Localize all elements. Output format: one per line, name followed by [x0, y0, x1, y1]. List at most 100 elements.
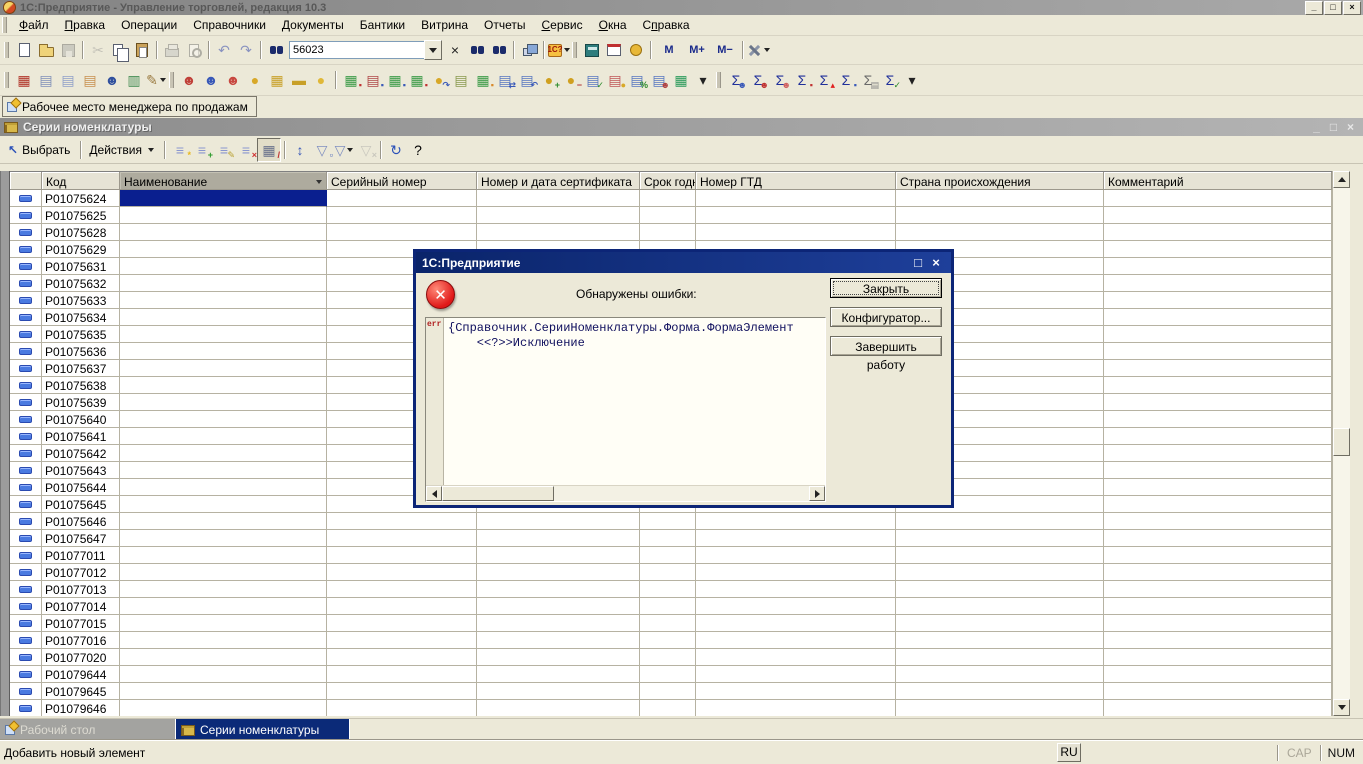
- data-cell[interactable]: [696, 632, 896, 649]
- data-cell[interactable]: [120, 462, 327, 479]
- data-cell[interactable]: [640, 683, 696, 700]
- data-cell[interactable]: [120, 258, 327, 275]
- data-cell[interactable]: [120, 683, 327, 700]
- menu-операции[interactable]: Операции: [113, 16, 185, 34]
- coins-remove-button[interactable]: ● −: [560, 69, 582, 91]
- data-cell[interactable]: [120, 207, 327, 224]
- data-cell[interactable]: [327, 564, 477, 581]
- data-cell[interactable]: [120, 445, 327, 462]
- calculator-button[interactable]: [581, 39, 603, 61]
- row-marker-cell[interactable]: [10, 377, 42, 394]
- data-cell[interactable]: [120, 275, 327, 292]
- code-cell[interactable]: P01075646: [42, 513, 120, 530]
- print-label-button[interactable]: ▤: [79, 69, 101, 91]
- data-cell[interactable]: [1104, 224, 1332, 241]
- code-cell[interactable]: P01075635: [42, 326, 120, 343]
- data-cell[interactable]: [640, 649, 696, 666]
- menu-бантики[interactable]: Бантики: [352, 16, 413, 34]
- buyer-invoice-button[interactable]: ☻: [222, 69, 244, 91]
- data-cell[interactable]: [1104, 258, 1332, 275]
- table-row[interactable]: P01077015: [10, 615, 1332, 632]
- data-cell[interactable]: [477, 683, 640, 700]
- data-cell[interactable]: [327, 700, 477, 716]
- memory-button[interactable]: M: [655, 39, 683, 61]
- data-cell[interactable]: [477, 530, 640, 547]
- scroll-down-button[interactable]: [1333, 699, 1350, 716]
- dialog-titlebar[interactable]: 1С:Предприятие □ ×: [416, 252, 951, 273]
- code-cell[interactable]: P01075644: [42, 479, 120, 496]
- search-input[interactable]: [289, 41, 424, 59]
- data-cell[interactable]: [477, 615, 640, 632]
- row-marker-cell[interactable]: [10, 360, 42, 377]
- row-marker-cell[interactable]: [10, 411, 42, 428]
- actions-menu-button[interactable]: Действия: [85, 141, 161, 159]
- toggle-view-button[interactable]: ▦ /: [256, 137, 281, 162]
- main-titlebar[interactable]: 1С:Предприятие - Управление торговлей, р…: [0, 0, 1363, 15]
- data-cell[interactable]: [640, 530, 696, 547]
- data-cell[interactable]: [477, 581, 640, 598]
- error-text[interactable]: {Справочник.СерииНоменклатуры.Форма.Форм…: [444, 318, 825, 501]
- data-cell[interactable]: [120, 479, 327, 496]
- data-cell[interactable]: [120, 598, 327, 615]
- table-row[interactable]: P01075628: [10, 224, 1332, 241]
- row-marker-cell[interactable]: [10, 530, 42, 547]
- data-cell[interactable]: [640, 547, 696, 564]
- sigma-person-red-button[interactable]: Σ ☻: [747, 69, 769, 91]
- data-cell[interactable]: [696, 513, 896, 530]
- window-minimize-button[interactable]: _: [1305, 0, 1323, 15]
- new-document-button[interactable]: [13, 39, 35, 61]
- code-cell[interactable]: P01075633: [42, 292, 120, 309]
- code-cell[interactable]: P01077014: [42, 598, 120, 615]
- sigma-cube-red-button[interactable]: Σ ▪: [791, 69, 813, 91]
- code-cell[interactable]: P01075640: [42, 411, 120, 428]
- data-cell[interactable]: [696, 581, 896, 598]
- code-cell[interactable]: P01075624: [42, 190, 120, 207]
- sigma-cube-blue-button[interactable]: Σ ▪: [835, 69, 857, 91]
- row-marker-cell[interactable]: [10, 428, 42, 445]
- data-cell[interactable]: [120, 224, 327, 241]
- selected-cell[interactable]: [120, 190, 327, 207]
- data-cell[interactable]: [1104, 411, 1332, 428]
- data-cell[interactable]: [696, 564, 896, 581]
- redo-button[interactable]: ↷: [235, 39, 257, 61]
- data-cell[interactable]: [1104, 632, 1332, 649]
- data-cell[interactable]: [477, 598, 640, 615]
- copy-button[interactable]: [109, 39, 131, 62]
- window-tab-рабочий-стол[interactable]: Рабочий стол: [0, 719, 176, 741]
- code-cell[interactable]: P01075634: [42, 309, 120, 326]
- data-cell[interactable]: [120, 496, 327, 513]
- code-cell[interactable]: P01075629: [42, 241, 120, 258]
- cut-button[interactable]: ✂: [87, 39, 109, 61]
- data-cell[interactable]: [1104, 700, 1332, 716]
- code-cell[interactable]: P01075638: [42, 377, 120, 394]
- data-cell[interactable]: [120, 564, 327, 581]
- menu-файл[interactable]: Файл: [11, 16, 57, 34]
- scroll-left-button[interactable]: [426, 486, 442, 501]
- data-cell[interactable]: [327, 598, 477, 615]
- data-cell[interactable]: [1104, 581, 1332, 598]
- data-cell[interactable]: [1104, 683, 1332, 700]
- table-row[interactable]: P01075647: [10, 530, 1332, 547]
- undo-button[interactable]: ↶: [213, 39, 235, 61]
- close-error-button[interactable]: Закрыть: [830, 278, 942, 298]
- data-cell[interactable]: [640, 666, 696, 683]
- data-cell[interactable]: [896, 649, 1104, 666]
- error-text-panel[interactable]: err {Справочник.СерииНоменклатуры.Форма.…: [425, 317, 826, 502]
- memory-minus-button[interactable]: M−: [711, 39, 739, 61]
- data-cell[interactable]: [640, 513, 696, 530]
- row-marker-cell[interactable]: [10, 479, 42, 496]
- print-preview-button[interactable]: [183, 39, 205, 61]
- add-item-button[interactable]: ≡ *: [169, 139, 191, 161]
- code-cell[interactable]: P01075625: [42, 207, 120, 224]
- data-cell[interactable]: [896, 615, 1104, 632]
- data-cell[interactable]: [1104, 564, 1332, 581]
- table-row[interactable]: P01077011: [10, 547, 1332, 564]
- doc-person-button[interactable]: ▤ ☻: [648, 69, 670, 91]
- data-cell[interactable]: [120, 615, 327, 632]
- data-cell[interactable]: [896, 207, 1104, 224]
- code-cell[interactable]: P01075642: [42, 445, 120, 462]
- data-cell[interactable]: [120, 547, 327, 564]
- table-row[interactable]: P01077016: [10, 632, 1332, 649]
- window-list-button[interactable]: [518, 39, 540, 61]
- code-cell[interactable]: P01075645: [42, 496, 120, 513]
